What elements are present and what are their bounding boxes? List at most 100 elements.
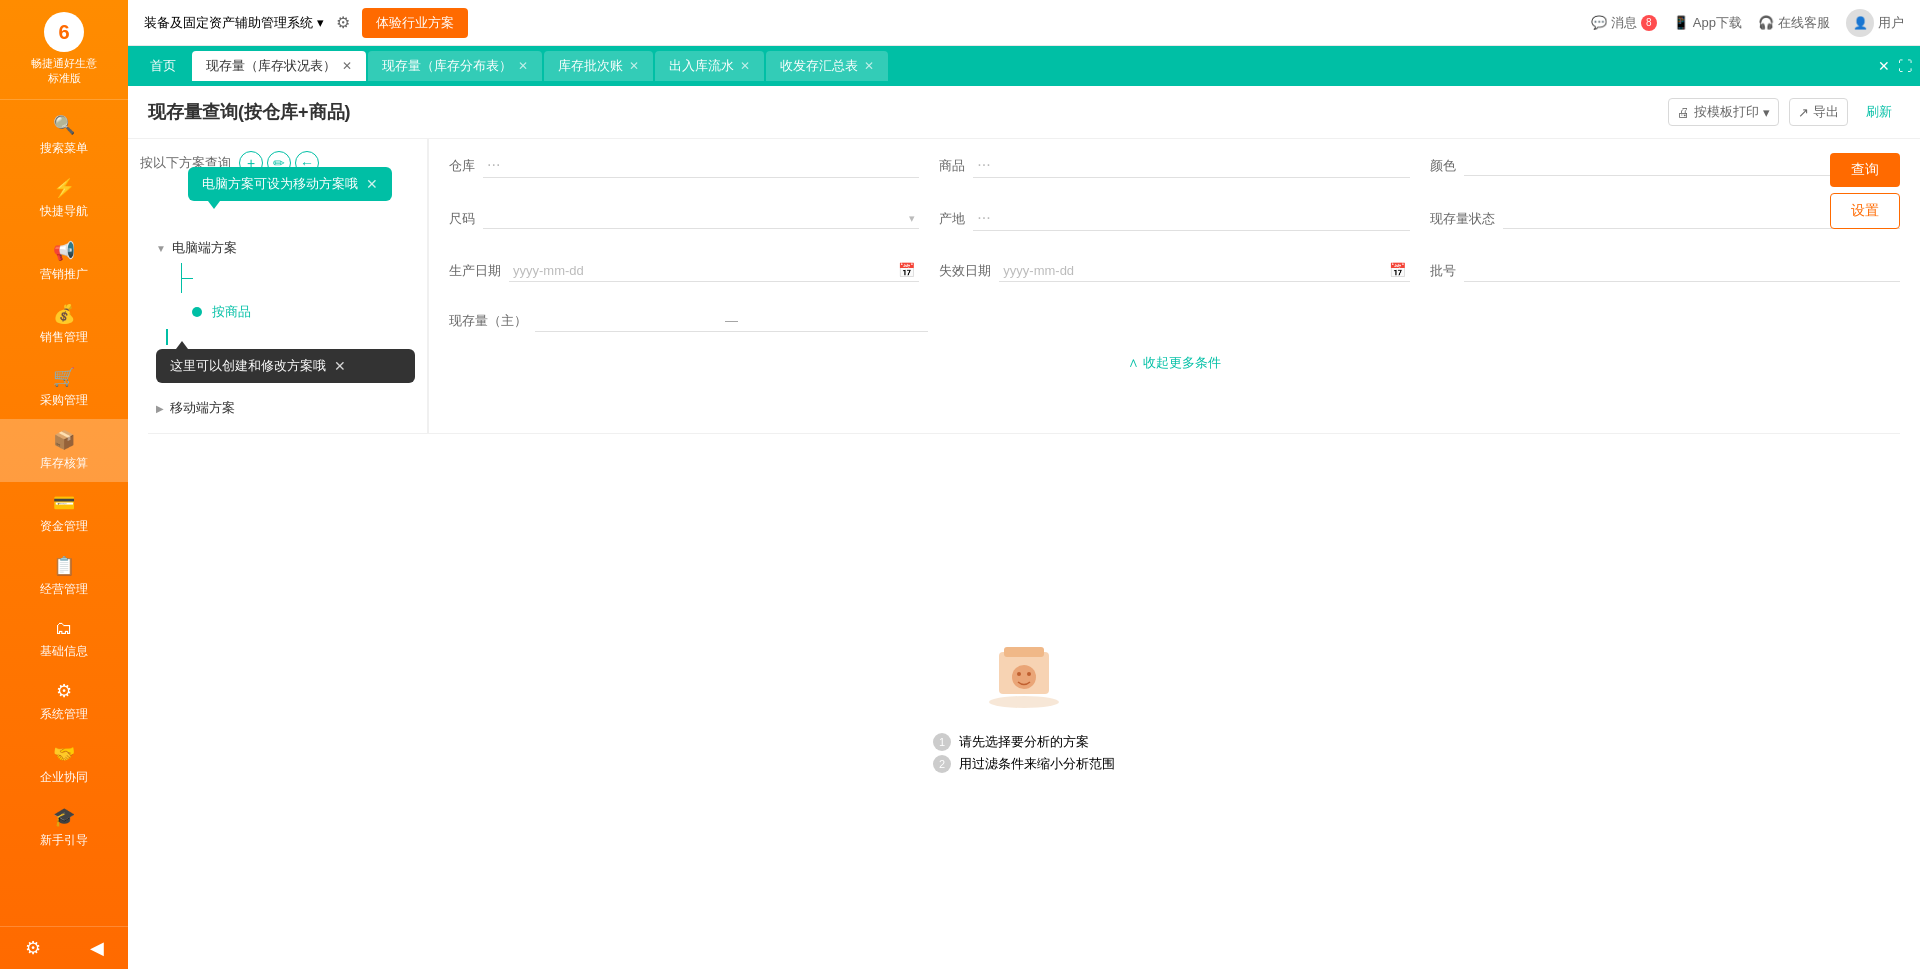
app-download-action[interactable]: 📱 App下载 [1673, 14, 1742, 32]
tree-arrow-icon: ▼ [156, 243, 166, 254]
sidebar-item-guide[interactable]: ⚡ 快捷导航 [0, 167, 128, 230]
color-label: 颜色 [1430, 157, 1456, 175]
sidebar-item-label: 新手引导 [40, 832, 88, 849]
expiry-date-label: 失效日期 [939, 262, 991, 280]
warehouse-dots: ··· [487, 156, 500, 174]
sidebar-item-search[interactable]: 🔍 搜索菜单 [0, 104, 128, 167]
tab-receive-summary-label: 收发存汇总表 [780, 57, 858, 75]
settings-bottom-icon[interactable]: ⚙ [25, 937, 41, 959]
phone-icon: 📱 [1673, 15, 1689, 30]
messages-action[interactable]: 💬 消息 8 [1591, 14, 1657, 32]
gear-settings-icon[interactable]: ⚙ [336, 13, 350, 32]
sidebar-item-base[interactable]: 🗂 基础信息 [0, 608, 128, 670]
tab-home[interactable]: 首页 [136, 51, 190, 81]
sidebar-item-collab[interactable]: 🤝 企业协同 [0, 733, 128, 796]
origin-label: 产地 [939, 210, 965, 228]
reset-button[interactable]: 设置 [1830, 193, 1900, 229]
sidebar-item-marketing[interactable]: 📢 营销推广 [0, 230, 128, 293]
user-profile-action[interactable]: 👤 用户 [1846, 9, 1904, 37]
sidebar: 6 畅捷通好生意 标准版 🔍 搜索菜单 ⚡ 快捷导航 📢 营销推广 💰 销售管理… [0, 0, 128, 969]
tab-in-out-flow[interactable]: 出入库流水 ✕ [655, 51, 764, 81]
close-receive-summary-icon[interactable]: ✕ [864, 59, 874, 73]
goods-control[interactable]: ··· [973, 153, 1409, 178]
size-chevron-icon: ▾ [909, 212, 915, 225]
sidebar-item-finance[interactable]: 💳 资金管理 [0, 482, 128, 545]
goods-field: 商品 ··· [939, 153, 1409, 178]
close-in-out-flow-icon[interactable]: ✕ [740, 59, 750, 73]
search-button[interactable]: 查询 [1830, 153, 1900, 187]
batch-no-control[interactable] [1464, 260, 1900, 282]
empty-illustration [979, 627, 1069, 717]
tab-inventory-dist[interactable]: 现存量（库存分布表） ✕ [368, 51, 542, 81]
print-template-button[interactable]: 🖨 按模板打印 ▾ [1668, 98, 1779, 126]
sidebar-bottom: ⚙ ◀ [0, 926, 128, 969]
close-scheme-tooltip-icon[interactable]: ✕ [366, 176, 378, 192]
current-stock-min-input[interactable] [539, 313, 599, 328]
current-stock-control[interactable]: — [535, 310, 928, 332]
tab-bar: 首页 现存量（库存状况表） ✕ 现存量（库存分布表） ✕ 库存批次账 ✕ 出入库… [128, 46, 1920, 86]
print-icon: 🖨 [1677, 105, 1690, 120]
tree-pc-scheme-child[interactable]: 按商品 [192, 299, 415, 325]
tip-2-num: 2 [933, 755, 951, 773]
production-date-calendar-icon[interactable]: 📅 [898, 262, 915, 278]
sidebar-item-purchase[interactable]: 🛒 采购管理 [0, 356, 128, 419]
tab-inventory-status[interactable]: 现存量（库存状况表） ✕ [192, 51, 366, 81]
base-icon: 🗂 [55, 618, 73, 639]
close-inventory-dist-icon[interactable]: ✕ [518, 59, 528, 73]
sidebar-item-newbie[interactable]: 🎓 新手引导 [0, 796, 128, 859]
batch-no-field: 批号 [1430, 259, 1900, 282]
svg-point-5 [1027, 672, 1031, 676]
search-icon: 🔍 [53, 114, 75, 136]
page-header: 现存量查询(按仓库+商品) 🖨 按模板打印 ▾ ↗ 导出 刷新 [128, 86, 1920, 139]
sidebar-item-label: 快捷导航 [40, 203, 88, 220]
size-control[interactable]: ▾ [483, 209, 919, 229]
close-inventory-status-icon[interactable]: ✕ [342, 59, 352, 73]
sidebar-item-label: 库存核算 [40, 455, 88, 472]
mobile-tree-arrow-icon: ▶ [156, 403, 164, 414]
sidebar-item-system[interactable]: ⚙ 系统管理 [0, 670, 128, 733]
tab-inventory-dist-label: 现存量（库存分布表） [382, 57, 512, 75]
batch-no-input[interactable] [1468, 263, 1896, 278]
tab-receive-summary[interactable]: 收发存汇总表 ✕ [766, 51, 888, 81]
current-stock-field: 现存量（主） — [449, 310, 928, 332]
sidebar-item-operations[interactable]: 📋 经营管理 [0, 545, 128, 608]
tab-batch-ledger[interactable]: 库存批次账 ✕ [544, 51, 653, 81]
current-stock-max-input[interactable] [864, 313, 924, 328]
collapse-sidebar-icon[interactable]: ◀ [90, 937, 104, 959]
experience-button[interactable]: 体验行业方案 [362, 8, 468, 38]
sidebar-item-label: 资金管理 [40, 518, 88, 535]
sidebar-navigation: 🔍 搜索菜单 ⚡ 快捷导航 📢 营销推广 💰 销售管理 🛒 采购管理 📦 库存核… [0, 104, 128, 926]
tab-inventory-status-label: 现存量（库存状况表） [206, 57, 336, 75]
tree-child-label: 按商品 [212, 303, 251, 321]
sidebar-item-sales[interactable]: 💰 销售管理 [0, 293, 128, 356]
system-name-dropdown[interactable]: 装备及固定资产辅助管理系统 ▾ [144, 14, 324, 32]
production-date-control[interactable]: yyyy-mm-dd 📅 [509, 259, 919, 282]
expiry-date-calendar-icon[interactable]: 📅 [1389, 262, 1406, 278]
online-support-action[interactable]: 🎧 在线客服 [1758, 14, 1830, 32]
export-button[interactable]: ↗ 导出 [1789, 98, 1848, 126]
maximize-icon[interactable]: ⛶ [1898, 58, 1912, 74]
sales-icon: 💰 [53, 303, 75, 325]
close-batch-ledger-icon[interactable]: ✕ [629, 59, 639, 73]
operations-icon: 📋 [53, 555, 75, 577]
sidebar-item-label: 企业协同 [40, 769, 88, 786]
close-edit-tooltip-icon[interactable]: ✕ [334, 358, 346, 374]
expiry-date-control[interactable]: yyyy-mm-dd 📅 [999, 259, 1409, 282]
collapse-bar[interactable]: ∧ 收起更多条件 [449, 346, 1900, 380]
svg-point-3 [1012, 665, 1036, 689]
sidebar-item-label: 营销推广 [40, 266, 88, 283]
tree-mobile-scheme-label: 移动端方案 [170, 399, 235, 417]
empty-svg [979, 627, 1069, 717]
svg-point-4 [1017, 672, 1021, 676]
origin-control[interactable]: ··· [973, 206, 1409, 231]
svg-point-0 [989, 696, 1059, 708]
warehouse-control[interactable]: ··· [483, 153, 919, 178]
close-all-tabs-icon[interactable]: ✕ [1878, 58, 1890, 74]
origin-dots: ··· [977, 209, 990, 227]
tree-pc-scheme[interactable]: ▼ 电脑端方案 [156, 235, 415, 261]
sidebar-item-inventory[interactable]: 📦 库存核算 [0, 419, 128, 482]
message-badge: 8 [1641, 15, 1657, 31]
tab-in-out-flow-label: 出入库流水 [669, 57, 734, 75]
refresh-button[interactable]: 刷新 [1858, 99, 1900, 125]
tree-mobile-scheme[interactable]: ▶ 移动端方案 [156, 395, 415, 421]
